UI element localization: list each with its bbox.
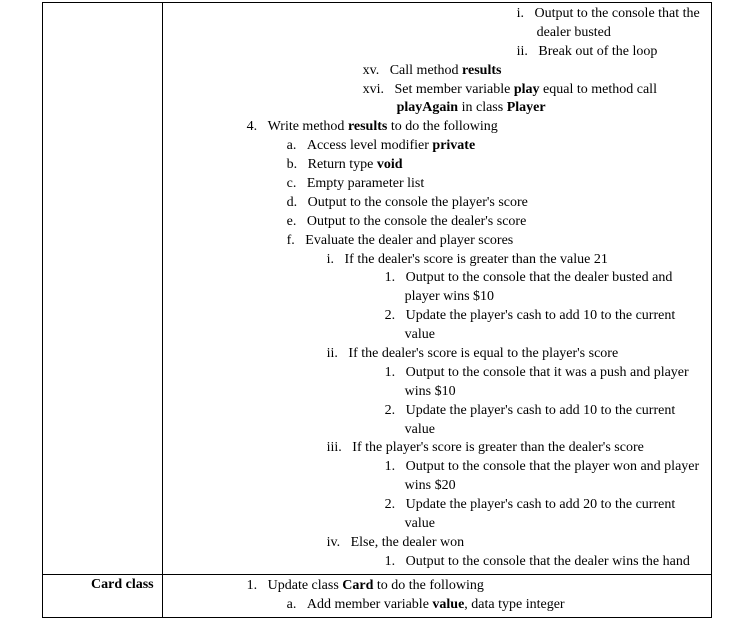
label-card-class: Card class	[43, 574, 163, 617]
item-4f-i: i. If the dealer's score is greater than…	[167, 251, 707, 270]
item-4f-iii: iii. If the player's score is greater th…	[167, 439, 707, 458]
item-4f-iv-1: 1. Output to the console that the dealer…	[167, 553, 707, 572]
item-4b: b. Return type void	[167, 156, 707, 175]
item-4e: e. Output to the console the dealer's sc…	[167, 213, 707, 232]
item-xv: xv. Call method results	[167, 62, 707, 81]
bold: results	[462, 63, 501, 78]
item-4f-i-1: 1. Output to the console that the dealer…	[167, 269, 707, 307]
text: Break out of the loop	[538, 44, 657, 59]
item-4f-ii-2: 2. Update the player's cash to add 10 to…	[167, 402, 707, 440]
row-card: Card class 1. Update class Card to do th…	[43, 574, 712, 617]
item-4f-iii-2: 2. Update the player's cash to add 20 to…	[167, 496, 707, 534]
content-main: i. Output to the console that the dealer…	[162, 3, 711, 575]
item-4d: d. Output to the console the player's sc…	[167, 194, 707, 213]
item-4f-ii-1: 1. Output to the console that it was a p…	[167, 364, 707, 402]
label-col-empty	[43, 3, 163, 575]
item-4f-i-2: 2. Update the player's cash to add 10 to…	[167, 307, 707, 345]
item-4c: c. Empty parameter list	[167, 175, 707, 194]
spec-table: i. Output to the console that the dealer…	[42, 2, 712, 618]
content-card: 1. Update class Card to do the following…	[162, 574, 711, 617]
item-top-i: i. Output to the console that the dealer…	[167, 5, 707, 43]
text: Output to the console that the dealer bu…	[535, 6, 700, 40]
item-top-ii: ii. Break out of the loop	[167, 43, 707, 62]
item-4f-iii-1: 1. Output to the console that the player…	[167, 458, 707, 496]
row-main: i. Output to the console that the dealer…	[43, 3, 712, 575]
card-1a: a. Add member variable value, data type …	[167, 596, 707, 615]
text: Call method	[390, 63, 462, 78]
item-4: 4. Write method results to do the follow…	[167, 118, 707, 137]
card-1: 1. Update class Card to do the following	[167, 577, 707, 596]
item-xvi: xvi. Set member variable play equal to m…	[167, 81, 707, 100]
item-xvi-cont: playAgain in class Player	[167, 99, 707, 118]
item-4f-ii: ii. If the dealer's score is equal to th…	[167, 345, 707, 364]
item-4f-iv: iv. Else, the dealer won	[167, 534, 707, 553]
item-4a: a. Access level modifier private	[167, 137, 707, 156]
item-4f: f. Evaluate the dealer and player scores	[167, 232, 707, 251]
